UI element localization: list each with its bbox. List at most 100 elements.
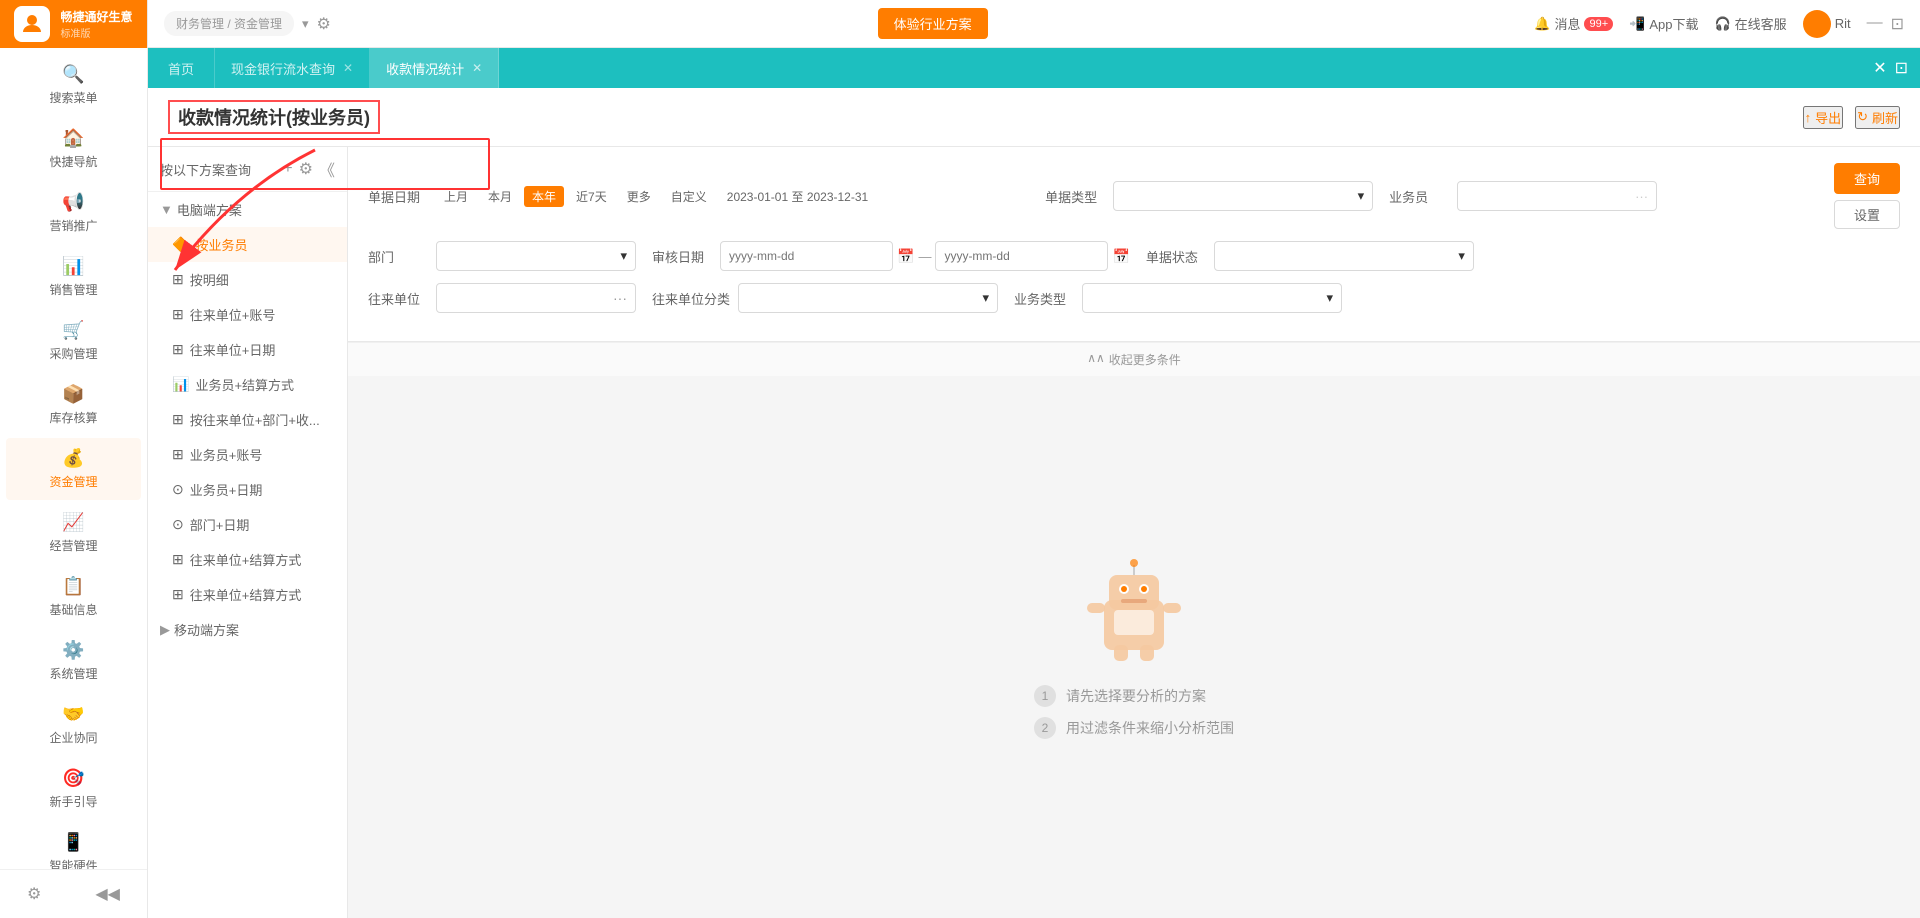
header-right: 🔔 消息 99+ 📲 App下载 🎧 在线客服 Rit — — [1534, 10, 1904, 38]
scheme-add-btn[interactable]: + — [283, 160, 292, 178]
settings-btn[interactable]: 设置 — [1834, 200, 1900, 229]
sidebar-item-search[interactable]: 🔍 搜索菜单 — [6, 54, 141, 116]
tab-home[interactable]: 首页 — [148, 48, 215, 88]
service-icon: 🎧 — [1714, 16, 1730, 32]
logo-text: 畅捷通好生意 — [60, 8, 132, 25]
scheme-item-by-detail[interactable]: ⊞ 按明细 — [148, 262, 347, 297]
voucher-status-select[interactable]: ▾ — [1214, 241, 1474, 271]
export-icon: ↑ — [1805, 110, 1812, 125]
minimize-icon[interactable]: — — [1867, 14, 1883, 34]
salesperson-more-icon[interactable]: ··· — [1635, 189, 1648, 204]
clock1-icon: ⊙ — [172, 481, 184, 498]
review-date-label: 审核日期 — [652, 247, 712, 266]
scheme-collapse-btn[interactable]: 《 — [319, 157, 335, 181]
collapse-bar[interactable]: ∧∧ 收起更多条件 — [348, 342, 1920, 376]
content-area: 按以下方案查询 + ⚙ 《 ▼ 电脑端方案 — [148, 147, 1920, 918]
notification-item[interactable]: 🔔 消息 99+ — [1534, 14, 1613, 33]
sidebar-item-quicknav[interactable]: 🏠 快捷导航 — [6, 118, 141, 180]
tab-bank-label: 现金银行流水查询 — [231, 59, 335, 78]
tab-expand-icon[interactable]: ⊡ — [1895, 58, 1908, 78]
sidebar-item-basic[interactable]: 📋 基础信息 — [6, 566, 141, 628]
notification-badge: 99+ — [1584, 17, 1613, 31]
scheme-item-dept-date[interactable]: ⊙ 部门+日期 — [148, 507, 347, 542]
maximize-icon[interactable]: ⊡ — [1891, 14, 1904, 34]
sidebar-settings-btn[interactable]: ⚙ — [19, 880, 49, 908]
sidebar-item-enterprise[interactable]: 🤝 企业协同 — [6, 694, 141, 756]
step-num-1: 1 — [1034, 685, 1056, 707]
query-btn[interactable]: 查询 — [1834, 163, 1900, 194]
breadcrumb-dropdown-icon[interactable]: ▾ — [302, 16, 309, 32]
app-download-item[interactable]: 📲 App下载 — [1629, 14, 1698, 33]
scheme-group-mobile-header[interactable]: ▶ 移动端方案 — [148, 612, 347, 647]
review-date-from[interactable] — [720, 241, 893, 271]
sidebar-item-sales[interactable]: 📊 销售管理 — [6, 246, 141, 308]
sidebar-item-purchase[interactable]: 🛒 采购管理 — [6, 310, 141, 372]
biz-type-select[interactable]: ▾ — [1082, 283, 1342, 313]
grid7-icon: ⊞ — [172, 586, 184, 603]
user-name: Rit — [1835, 16, 1851, 31]
online-service-item[interactable]: 🎧 在线客服 — [1714, 14, 1786, 33]
tab-collection[interactable]: 收款情况统计 ✕ — [370, 48, 499, 88]
scheme-item-unit-method2[interactable]: ⊞ 往来单位+结算方式 — [148, 577, 347, 612]
page-header-actions: ↑ 导出 ↻ 刷新 — [1803, 106, 1900, 129]
window-controls: — ⊡ — [1867, 14, 1904, 34]
scheme-settings-btn[interactable]: ⚙ — [299, 159, 313, 179]
scheme-item-unit-method[interactable]: ⊞ 往来单位+结算方式 — [148, 542, 347, 577]
partner-more-icon[interactable]: ··· — [613, 290, 627, 306]
calendar-to-icon[interactable]: 📅 — [1112, 248, 1129, 265]
scheme-group-desktop-header[interactable]: ▼ 电脑端方案 — [148, 192, 347, 227]
scheme-panel-header: 按以下方案查询 + ⚙ 《 — [148, 147, 347, 192]
tab-collection-close-icon[interactable]: ✕ — [472, 61, 482, 75]
download-icon: 📲 — [1629, 16, 1645, 32]
tab-close-all-icon[interactable]: ✕ — [1873, 58, 1886, 78]
refresh-btn[interactable]: ↻ 刷新 — [1855, 106, 1900, 129]
voucher-type-select[interactable]: ▾ — [1113, 181, 1373, 211]
tab-bank-close-icon[interactable]: ✕ — [343, 61, 353, 75]
scheme-item-salesperson-method[interactable]: 📊 业务员+结算方式 — [148, 367, 347, 402]
biz-type-label: 业务类型 — [1014, 289, 1074, 308]
tab-bank[interactable]: 现金银行流水查询 ✕ — [215, 48, 370, 88]
dept-select[interactable]: ▾ — [436, 241, 636, 271]
sidebar-item-marketing[interactable]: 📢 营销推广 — [6, 182, 141, 244]
user-item[interactable]: Rit — [1803, 10, 1851, 38]
review-date-to[interactable] — [935, 241, 1108, 271]
empty-step-2: 2 用过滤条件来缩小分析范围 — [1034, 717, 1234, 739]
partner-select[interactable]: ··· — [436, 283, 636, 313]
date-tab-this-month[interactable]: 本月 — [480, 186, 520, 207]
sidebar-item-inventory[interactable]: 📦 库存核算 — [6, 374, 141, 436]
header-gear-icon[interactable]: ⚙ — [317, 14, 331, 34]
scheme-group-mobile: ▶ 移动端方案 — [148, 612, 347, 647]
export-btn[interactable]: ↑ 导出 — [1803, 106, 1844, 129]
partner-category-select[interactable]: ▾ — [738, 283, 998, 313]
guide-icon: 🎯 — [62, 768, 84, 789]
scheme-item-salesperson-account[interactable]: ⊞ 业务员+账号 — [148, 437, 347, 472]
empty-step-1: 1 请先选择要分析的方案 — [1034, 685, 1234, 707]
date-tab-this-year[interactable]: 本年 — [524, 186, 564, 207]
sidebar-item-operations[interactable]: 📈 经营管理 — [6, 502, 141, 564]
date-tab-7days[interactable]: 近7天 — [568, 186, 615, 207]
partner-category-field: 往来单位分类 ▾ — [652, 283, 998, 313]
scheme-item-unit-dept-coll[interactable]: ⊞ 按往来单位+部门+收... — [148, 402, 347, 437]
date-tab-custom[interactable]: 自定义 — [663, 186, 715, 207]
salesperson-select[interactable]: ··· — [1457, 181, 1657, 211]
scheme-item-unit-account[interactable]: ⊞ 往来单位+账号 — [148, 297, 347, 332]
calendar-from-icon[interactable]: 📅 — [897, 248, 914, 265]
review-date-field: 审核日期 📅 — 📅 — [652, 241, 1130, 271]
page-header: 收款情况统计(按业务员) ↑ 导出 ↻ 刷新 — [148, 88, 1920, 147]
scheme-item-unit-method2-label: 往来单位+结算方式 — [190, 585, 335, 604]
sidebar-item-guide[interactable]: 🎯 新手引导 — [6, 758, 141, 820]
scheme-item-by-salesperson[interactable]: 🔶 按业务员 — [148, 227, 347, 262]
sidebar-item-system[interactable]: ⚙️ 系统管理 — [6, 630, 141, 692]
tab-collection-label: 收款情况统计 — [386, 59, 464, 78]
date-tab-more[interactable]: 更多 — [619, 186, 659, 207]
sidebar-item-finance[interactable]: 💰 资金管理 — [6, 438, 141, 500]
partner-category-label: 往来单位分类 — [652, 289, 730, 308]
user-avatar — [1803, 10, 1831, 38]
trial-btn[interactable]: 体验行业方案 — [878, 8, 988, 39]
scheme-item-salesperson-date[interactable]: ⊙ 业务员+日期 — [148, 472, 347, 507]
date-tab-last-month[interactable]: 上月 — [436, 186, 476, 207]
sidebar-collapse-btn[interactable]: ◀◀ — [87, 880, 128, 908]
sidebar-item-hardware[interactable]: 📱 智能硬件 — [6, 822, 141, 869]
scheme-group-desktop-label: 电脑端方案 — [177, 200, 335, 219]
scheme-item-unit-date[interactable]: ⊞ 往来单位+日期 — [148, 332, 347, 367]
